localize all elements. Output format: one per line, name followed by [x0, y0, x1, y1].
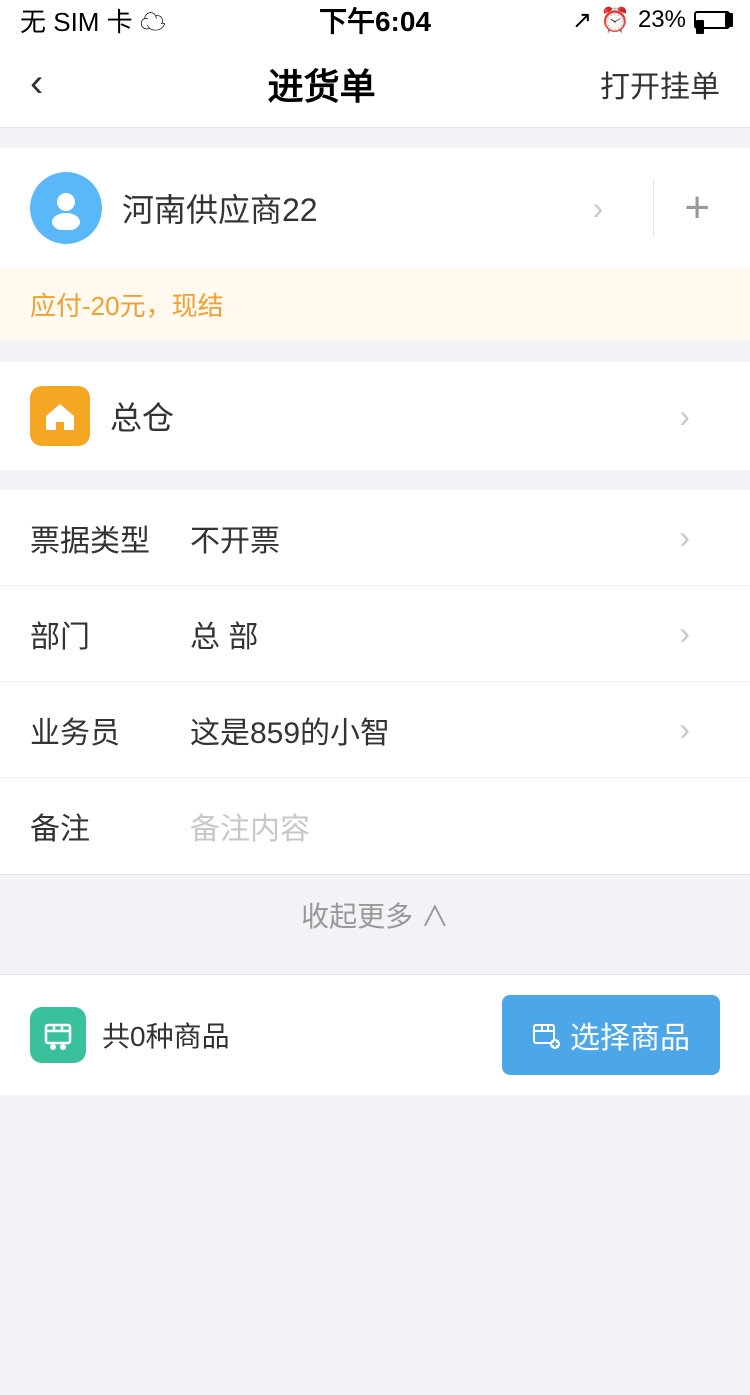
open-pending-button[interactable]: 打开挂单 [600, 62, 720, 106]
select-product-label: 选择商品 [570, 1013, 690, 1057]
cart-icon [40, 1017, 76, 1053]
bottom-bar: 共0种商品 选择商品 [0, 974, 750, 1095]
battery-icon [694, 11, 730, 29]
status-bar-time: 下午6:04 [319, 0, 431, 40]
select-product-icon [532, 1021, 560, 1049]
user-icon [44, 186, 88, 230]
product-count: 共0种商品 [102, 1015, 230, 1055]
department-label: 部门 [30, 612, 170, 656]
battery-text: 23% [638, 6, 686, 34]
select-product-button[interactable]: 选择商品 [502, 995, 720, 1075]
warehouse-chevron-icon: › [679, 398, 690, 435]
product-icon [30, 1007, 86, 1063]
invoice-type-chevron-icon: › [679, 519, 690, 556]
status-bar-left: 无 SIM 卡 ☁ [20, 2, 166, 39]
form-section: 票据类型 不开票 › 部门 总 部 › 业务员 这是859的小智 › 备注 备注… [0, 490, 750, 874]
salesperson-chevron-icon: › [679, 711, 690, 748]
nav-bar: ‹ 进货单 打开挂单 [0, 40, 750, 128]
supplier-name: 河南供应商22 [122, 185, 593, 231]
page-background [0, 1095, 750, 1395]
divider [653, 178, 654, 238]
salesperson-label: 业务员 [30, 708, 170, 752]
location-icon: ↗ [572, 6, 592, 35]
remark-row[interactable]: 备注 备注内容 [0, 778, 750, 874]
salesperson-row[interactable]: 业务员 这是859的小智 › [0, 682, 750, 778]
section-gap-2 [0, 341, 750, 361]
supplier-card: 河南供应商22 › + 应付-20元，现结 [0, 148, 750, 341]
supplier-avatar [30, 172, 102, 244]
alarm-icon: ⏰ [600, 6, 630, 35]
warehouse-card: 总仓 › [0, 361, 750, 470]
notice-bar: 应付-20元，现结 [0, 268, 750, 341]
warehouse-row[interactable]: 总仓 › [0, 361, 750, 470]
invoice-type-value: 不开票 [170, 516, 679, 560]
product-info: 共0种商品 [30, 1007, 230, 1063]
back-button[interactable]: ‹ [30, 61, 43, 106]
supplier-chevron-icon: › [593, 190, 604, 227]
page-title: 进货单 [268, 58, 376, 110]
department-row[interactable]: 部门 总 部 › [0, 586, 750, 682]
remark-input[interactable]: 备注内容 [170, 804, 720, 848]
section-gap-3 [0, 954, 750, 974]
add-supplier-button[interactable]: + [674, 183, 720, 233]
signal-text: 无 SIM 卡 ☁ [20, 2, 166, 39]
home-icon [42, 398, 78, 434]
remark-label: 备注 [30, 804, 170, 848]
department-value: 总 部 [170, 612, 679, 656]
section-gap-1 [0, 128, 750, 148]
invoice-type-label: 票据类型 [30, 516, 170, 560]
status-bar-right: ↗ ⏰ 23% [572, 6, 730, 35]
invoice-type-row[interactable]: 票据类型 不开票 › [0, 490, 750, 586]
warehouse-name: 总仓 [110, 393, 679, 439]
department-chevron-icon: › [679, 615, 690, 652]
warehouse-icon [30, 386, 90, 446]
supplier-row[interactable]: 河南供应商22 › + [0, 148, 750, 268]
collapse-bar[interactable]: 收起更多 ∧ [0, 874, 750, 954]
status-bar: 无 SIM 卡 ☁ 下午6:04 ↗ ⏰ 23% [0, 0, 750, 40]
salesperson-value: 这是859的小智 [170, 708, 679, 752]
